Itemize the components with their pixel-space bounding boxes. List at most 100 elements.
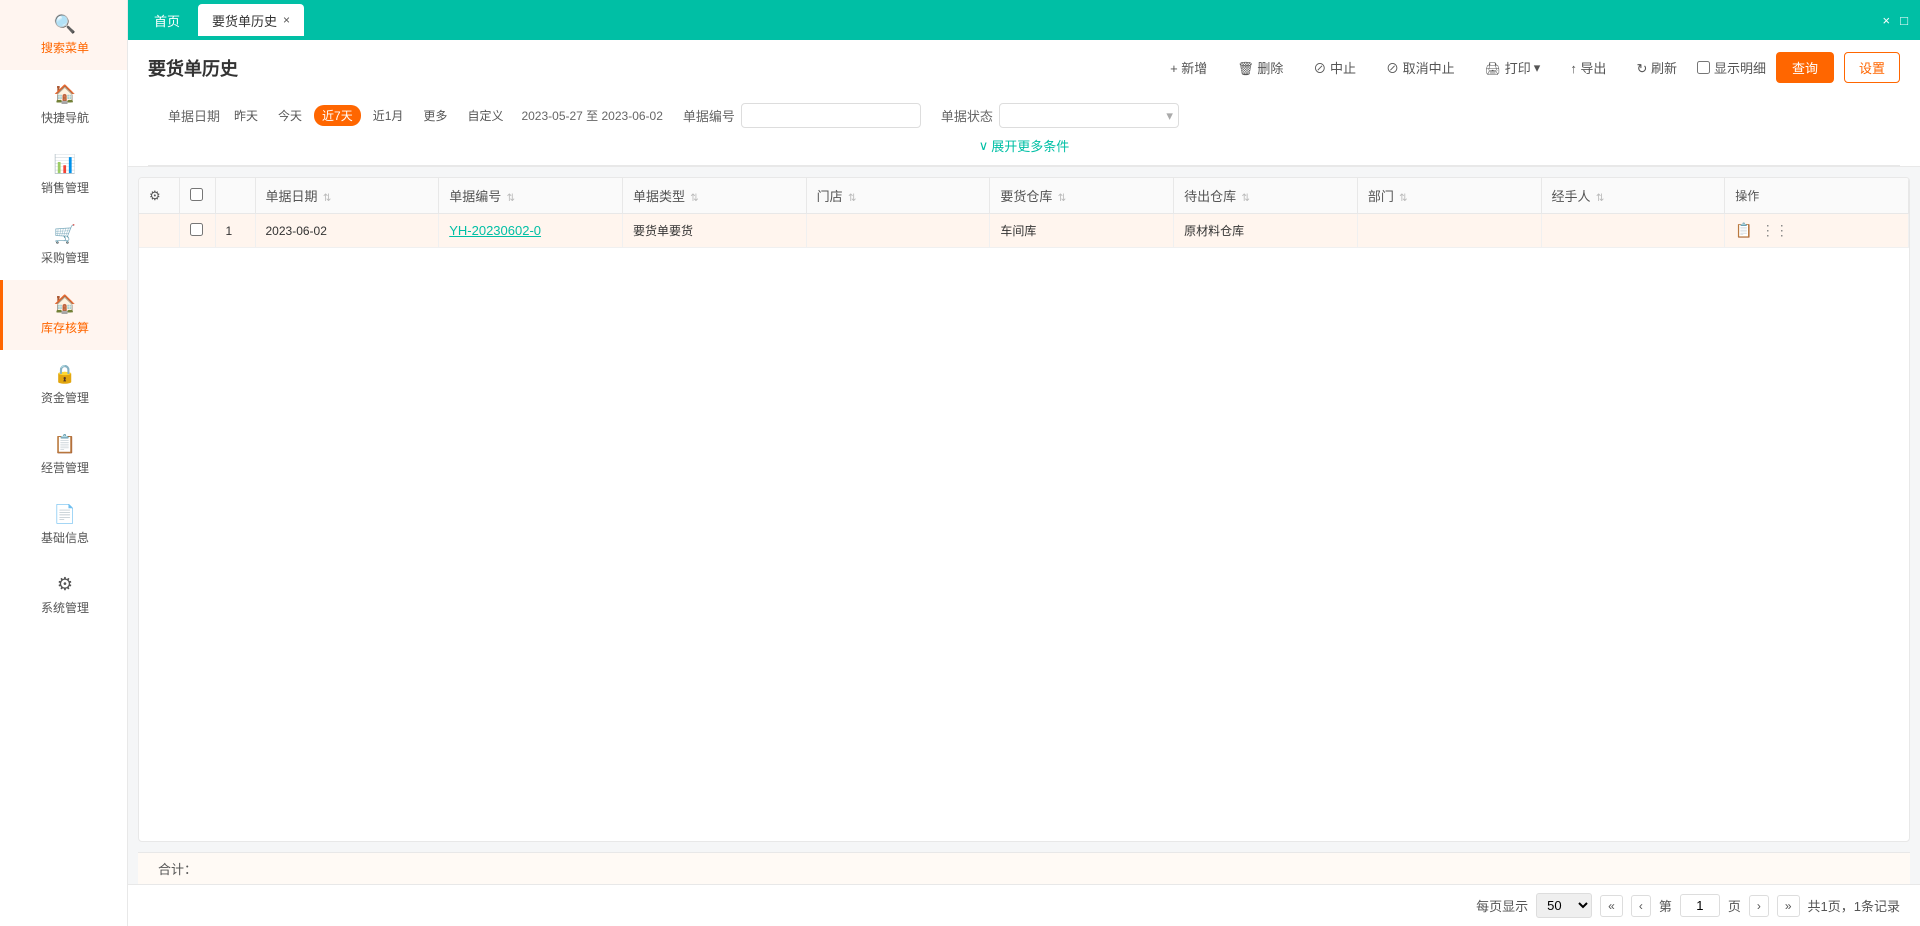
- sort-department-icon[interactable]: ⇅: [1399, 193, 1407, 204]
- cancel-stop-button[interactable]: ⊘ 取消中止: [1376, 53, 1465, 82]
- row-no-cell: 1: [215, 214, 255, 248]
- settings-icon[interactable]: ⚙: [149, 188, 161, 203]
- col-department-label: 部门: [1368, 189, 1394, 204]
- topbar-right-actions: × □: [1883, 13, 1908, 28]
- sort-bill-no-icon[interactable]: ⇅: [507, 193, 515, 204]
- sidebar-label-inventory: 库存核算: [41, 319, 89, 336]
- display-detail-toggle[interactable]: 显示明细: [1697, 58, 1766, 77]
- new-button[interactable]: + 新增: [1160, 53, 1217, 82]
- sidebar-item-system[interactable]: ⚙ 系统管理: [0, 560, 127, 630]
- col-store-label: 门店: [817, 189, 843, 204]
- col-bill-type-label: 单据类型: [633, 189, 685, 204]
- print-dropdown-icon[interactable]: ▾: [1534, 60, 1541, 76]
- sidebar-icon-inventory: 🏠: [54, 294, 76, 315]
- prev-page-button[interactable]: ‹: [1631, 895, 1651, 917]
- stop-button[interactable]: ⊘ 中止: [1303, 53, 1366, 82]
- date-shortcut-昨天[interactable]: 昨天: [226, 105, 266, 126]
- setting-button[interactable]: 设置: [1844, 52, 1900, 83]
- row-checkbox[interactable]: [190, 223, 203, 236]
- date-shortcut-近7天[interactable]: 近7天: [314, 105, 361, 126]
- sidebar-label-search-menu: 搜索菜单: [41, 39, 89, 56]
- export-button[interactable]: ↑ 导出: [1560, 53, 1616, 82]
- tab-home[interactable]: 首页: [140, 4, 194, 36]
- col-handler: 经手人 ⇅: [1541, 178, 1725, 214]
- sidebar-icon-operation: 📋: [54, 434, 76, 455]
- display-detail-checkbox[interactable]: [1697, 61, 1710, 74]
- next-page-button[interactable]: ›: [1749, 895, 1769, 917]
- row-bill-type-cell: 要货单要货: [622, 214, 806, 248]
- row-checkbox-cell: [179, 214, 215, 248]
- row-settings-cell: [139, 214, 179, 248]
- filter-area: 单据日期 昨天今天近7天近1月更多自定义 2023-05-27 至 2023-0…: [148, 93, 1900, 166]
- table-footer: 合计：: [138, 852, 1910, 884]
- date-shortcut-自定义[interactable]: 自定义: [459, 105, 511, 126]
- sidebar-item-sales[interactable]: 📊 销售管理: [0, 140, 127, 210]
- sidebar-item-basic-info[interactable]: 📄 基础信息: [0, 490, 127, 560]
- sidebar-item-quick-nav[interactable]: 🏠 快捷导航: [0, 70, 127, 140]
- row-department-cell: [1357, 214, 1541, 248]
- window-close-icon[interactable]: ×: [1883, 13, 1891, 28]
- sort-handler-icon[interactable]: ⇅: [1596, 193, 1604, 204]
- col-handler-label: 经手人: [1552, 189, 1591, 204]
- col-checkbox: [179, 178, 215, 214]
- tab-active[interactable]: 要货单历史 ×: [198, 4, 304, 36]
- col-bill-type: 单据类型 ⇅: [622, 178, 806, 214]
- sort-store-icon[interactable]: ⇅: [848, 193, 856, 204]
- status-select-wrapper: ▾: [999, 103, 1179, 128]
- sidebar-item-purchase[interactable]: 🛒 采购管理: [0, 210, 127, 280]
- delete-button[interactable]: 🗑 删除: [1227, 53, 1293, 82]
- per-page-select[interactable]: 50 100: [1536, 893, 1592, 918]
- total-records-label: 共1页，1条记录: [1808, 896, 1900, 915]
- expand-label: 展开更多条件: [991, 136, 1069, 155]
- query-button[interactable]: 查询: [1776, 52, 1834, 83]
- row-bill-no-link[interactable]: YH-20230602-0: [449, 223, 541, 238]
- sidebar-icon-quick-nav: 🏠: [54, 84, 76, 105]
- status-select[interactable]: [999, 103, 1179, 128]
- col-bill-no: 单据编号 ⇅: [439, 178, 623, 214]
- sort-pending-warehouse-icon[interactable]: ⇅: [1241, 193, 1249, 204]
- page-input[interactable]: [1680, 894, 1720, 917]
- topbar: 首页 要货单历史 × × □: [128, 0, 1920, 40]
- row-store-cell: [806, 214, 990, 248]
- bill-no-input[interactable]: [741, 103, 921, 128]
- select-all-checkbox[interactable]: [190, 188, 203, 201]
- sidebar-item-search-menu[interactable]: 🔍 搜索菜单: [0, 0, 127, 70]
- tab-close-icon[interactable]: ×: [283, 13, 290, 27]
- print-button[interactable]: 🖨 打印 ▾: [1475, 53, 1551, 82]
- col-actions-header: 操作: [1725, 178, 1909, 214]
- row-edit-icon[interactable]: 📋: [1735, 222, 1752, 239]
- sidebar-item-operation[interactable]: 📋 经营管理: [0, 420, 127, 490]
- sort-bill-type-icon[interactable]: ⇅: [690, 193, 698, 204]
- sidebar-icon-finance: 🔒: [54, 364, 76, 385]
- date-filter-label: 单据日期: [168, 106, 220, 125]
- sort-req-warehouse-icon[interactable]: ⇅: [1058, 193, 1066, 204]
- sidebar-icon-search-menu: 🔍: [54, 14, 76, 35]
- filter-date-group: 单据日期 昨天今天近7天近1月更多自定义 2023-05-27 至 2023-0…: [168, 105, 663, 126]
- filter-status-group: 单据状态 ▾: [941, 103, 1179, 128]
- sidebar-item-finance[interactable]: 🔒 资金管理: [0, 350, 127, 420]
- table-area: ⚙ 单据日期 ⇅ 单据编号 ⇅: [138, 177, 1910, 842]
- first-page-button[interactable]: «: [1600, 895, 1623, 917]
- col-store: 门店 ⇅: [806, 178, 990, 214]
- col-req-warehouse: 要货仓库 ⇅: [990, 178, 1174, 214]
- row-bill-no-cell: YH-20230602-0: [439, 214, 623, 248]
- window-maximize-icon[interactable]: □: [1900, 13, 1908, 28]
- sidebar-label-quick-nav: 快捷导航: [41, 109, 89, 126]
- date-shortcut-更多[interactable]: 更多: [415, 105, 455, 126]
- last-page-button[interactable]: »: [1777, 895, 1800, 917]
- row-more-icon[interactable]: ⋮⋮: [1761, 222, 1789, 239]
- toolbar: + 新增 🗑 删除 ⊘ 中止 ⊘ 取消中止 🖨 打印 ▾ ↑ 导出 ↻ 刷新 显…: [1160, 52, 1900, 83]
- date-shortcut-今天[interactable]: 今天: [270, 105, 310, 126]
- row-actions-cell: 📋 ⋮⋮: [1725, 214, 1909, 248]
- table-row: 1 2023-06-02 YH-20230602-0 要货单要货 车间库 原材料…: [139, 214, 1909, 248]
- row-pending-warehouse-cell: 原材料仓库: [1174, 214, 1358, 248]
- date-shortcut-近1月[interactable]: 近1月: [365, 105, 412, 126]
- sort-date-icon[interactable]: ⇅: [323, 193, 331, 204]
- sidebar-item-inventory[interactable]: 🏠 库存核算: [0, 280, 127, 350]
- row-req-warehouse-cell: 车间库: [990, 214, 1174, 248]
- refresh-button[interactable]: ↻ 刷新: [1626, 53, 1687, 82]
- row-handler-cell: [1541, 214, 1725, 248]
- data-table: ⚙ 单据日期 ⇅ 单据编号 ⇅: [139, 178, 1909, 248]
- expand-filter-btn[interactable]: ∨ 展开更多条件: [979, 136, 1070, 155]
- row-date-cell: 2023-06-02: [255, 214, 439, 248]
